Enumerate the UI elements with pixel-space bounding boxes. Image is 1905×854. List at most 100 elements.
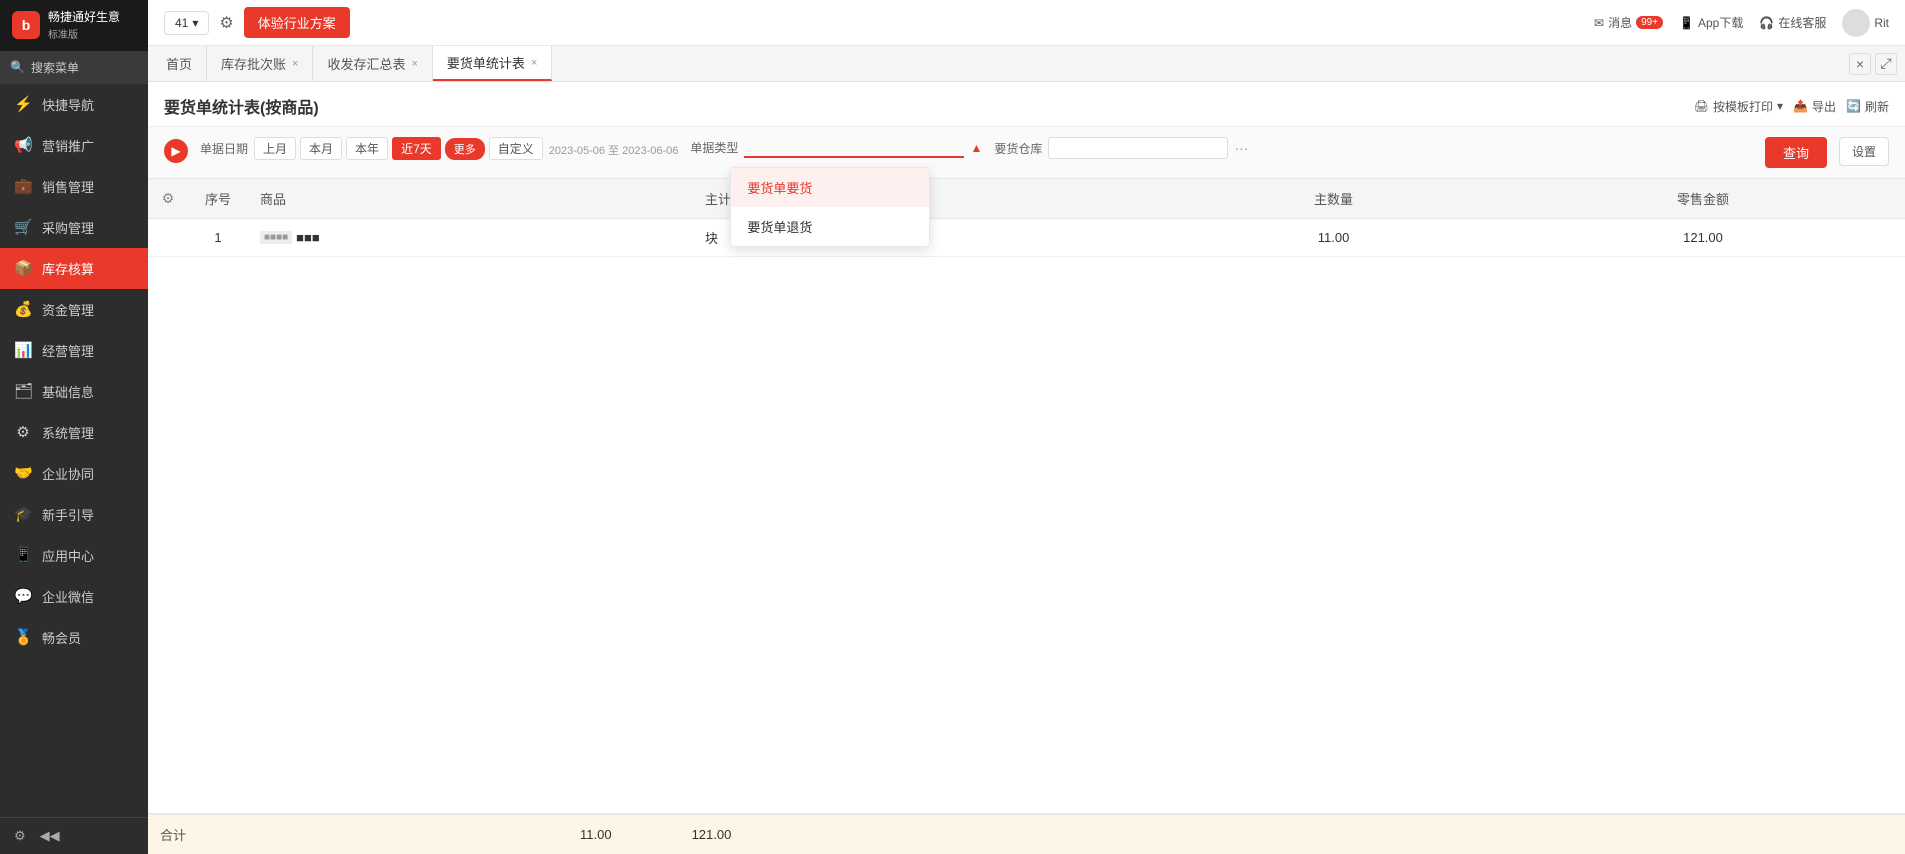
table-header-row: ⚙ 序号 商品 主计量单位 主数量 零售金额 — [148, 179, 1905, 219]
total-label: 合计 — [160, 825, 240, 844]
company-selector[interactable]: 41 ▾ — [164, 11, 209, 35]
tab-order-summary-close[interactable]: × — [531, 57, 537, 69]
download-icon: 📱 — [1679, 16, 1694, 30]
online-service-btn[interactable]: 🎧 在线客服 — [1759, 14, 1826, 31]
tab-home-label: 首页 — [166, 54, 192, 73]
cell-index: 1 — [188, 219, 248, 257]
date-btn-more[interactable]: 更多 — [445, 138, 485, 160]
date-btn-last-month[interactable]: 上月 — [254, 137, 296, 160]
col-settings: ⚙ — [148, 179, 188, 219]
sidebar-logo: b 畅捷通好生意 标准版 — [0, 0, 148, 51]
refresh-button[interactable]: 🔄 刷新 — [1846, 98, 1889, 115]
warehouse-filter-input[interactable] — [1048, 137, 1228, 159]
total-quantity: 11.00 — [580, 827, 612, 842]
sidebar-bottom: ⚙ ◀◀ — [0, 817, 148, 854]
type-dropdown-arrow[interactable]: ▲ — [970, 141, 982, 155]
tabs-expand-btn[interactable]: ⤢ — [1875, 53, 1897, 75]
sidebar-item-sales[interactable]: 💼 销售管理 — [0, 166, 148, 207]
product-tag: ■■■■ — [260, 231, 292, 244]
type-filter-input[interactable] — [744, 137, 964, 158]
type-filter-label: 单据类型 — [690, 139, 738, 156]
sidebar-item-label: 经营管理 — [42, 341, 94, 360]
total-row: 合计 11.00 121.00 — [148, 813, 1905, 854]
type-dropdown-popup: 要货单要货 要货单退货 — [730, 167, 930, 247]
col-product: 商品 — [248, 179, 693, 219]
user-avatar[interactable]: Rit — [1842, 9, 1889, 37]
tab-inventory-batch-close[interactable]: × — [292, 58, 298, 70]
app-download-btn[interactable]: 📱 App下载 — [1679, 14, 1743, 31]
sidebar-item-member[interactable]: 🏅 畅会员 — [0, 617, 148, 658]
dropdown-item-order-goods[interactable]: 要货单要货 — [731, 168, 929, 207]
tab-inventory-batch[interactable]: 库存批次账 × — [207, 46, 313, 81]
warehouse-more-btn[interactable]: ··· — [1234, 140, 1248, 156]
sales-icon: 💼 — [14, 177, 32, 195]
sidebar-item-inventory[interactable]: 📦 库存核算 — [0, 248, 148, 289]
col-quantity: 主数量 — [1166, 179, 1501, 219]
page-title: 要货单统计表(按商品) — [164, 94, 319, 118]
guide-icon: 🎓 — [14, 505, 32, 523]
tab-home[interactable]: 首页 — [148, 46, 207, 81]
sidebar-item-appcenter[interactable]: 📱 应用中心 — [0, 535, 148, 576]
query-button[interactable]: 查询 — [1765, 137, 1827, 168]
topbar: 41 ▾ ⚙ 体验行业方案 ✉ 消息 99+ 📱 App下载 🎧 在线客服 R — [148, 0, 1905, 46]
warehouse-filter-group: 要货仓库 ··· — [994, 137, 1248, 159]
date-btn-this-year[interactable]: 本年 — [346, 137, 388, 160]
export-button[interactable]: 📤 导出 — [1793, 98, 1836, 115]
marketing-icon: 📢 — [14, 136, 32, 154]
selector-dropdown-icon: ▾ — [192, 16, 198, 30]
trial-button[interactable]: 体验行业方案 — [244, 7, 350, 38]
filter-expand-button[interactable]: ▶ — [164, 139, 188, 163]
print-button[interactable]: 🖨 按模板打印 ▾ — [1694, 98, 1783, 115]
page-header: 要货单统计表(按商品) 🖨 按模板打印 ▾ 📤 导出 🔄 刷新 — [148, 82, 1905, 127]
sidebar-item-purchase[interactable]: 🛒 采购管理 — [0, 207, 148, 248]
sidebar-item-label: 系统管理 — [42, 423, 94, 442]
sidebar-item-label: 库存核算 — [42, 259, 94, 278]
messages-btn[interactable]: ✉ 消息 99+ — [1594, 14, 1663, 31]
date-btn-7days[interactable]: 近7天 — [392, 137, 441, 160]
total-amount: 121.00 — [692, 827, 732, 842]
logo-icon: b — [12, 11, 40, 39]
sidebar-item-guide[interactable]: 🎓 新手引导 — [0, 494, 148, 535]
sidebar-item-enterprise[interactable]: 🤝 企业协同 — [0, 453, 148, 494]
avatar-img — [1842, 9, 1870, 37]
settings-icon[interactable]: ⚙ — [14, 828, 26, 844]
tab-receive-summary[interactable]: 收发存汇总表 × — [313, 46, 432, 81]
sidebar: b 畅捷通好生意 标准版 🔍 搜索菜单 ⚡ 快捷导航 📢 营销推广 💼 销售管理… — [0, 0, 148, 854]
quicknav-icon: ⚡ — [14, 95, 32, 113]
app-download-label: App下载 — [1698, 14, 1743, 31]
topbar-settings-icon[interactable]: ⚙ — [219, 13, 233, 33]
cell-product: ■■■■ ■■■ — [248, 219, 693, 257]
service-icon: 🎧 — [1759, 16, 1774, 30]
sidebar-item-wechat[interactable]: 💬 企业微信 — [0, 576, 148, 617]
warehouse-filter-label: 要货仓库 — [994, 140, 1042, 157]
date-btn-this-month[interactable]: 本月 — [300, 137, 342, 160]
col-settings-icon[interactable]: ⚙ — [162, 190, 175, 206]
inventory-icon: 📦 — [14, 259, 32, 277]
sidebar-item-marketing[interactable]: 📢 营销推广 — [0, 125, 148, 166]
messages-label: 消息 — [1608, 14, 1632, 31]
refresh-icon: 🔄 — [1846, 99, 1861, 113]
sidebar-item-label: 企业微信 — [42, 587, 94, 606]
filter-bar: ▶ 单据日期 上月 本月 本年 近7天 更多 自定义 2023-05-06 至 … — [148, 127, 1905, 179]
dropdown-item-order-return[interactable]: 要货单退货 — [731, 207, 929, 246]
tab-order-summary[interactable]: 要货单统计表 × — [433, 46, 552, 81]
sidebar-search-item[interactable]: 🔍 搜索菜单 — [0, 51, 148, 84]
member-icon: 🏅 — [14, 628, 32, 646]
sidebar-item-operations[interactable]: 📊 经营管理 — [0, 330, 148, 371]
sidebar-item-base[interactable]: 🗂 基础信息 — [0, 371, 148, 412]
sidebar-collapse-icon[interactable]: ◀◀ — [40, 828, 60, 844]
sidebar-item-quicknav[interactable]: ⚡ 快捷导航 — [0, 84, 148, 125]
sidebar-bottom-icons: ⚙ ◀◀ — [14, 828, 60, 844]
page-content: 要货单统计表(按商品) 🖨 按模板打印 ▾ 📤 导出 🔄 刷新 — [148, 82, 1905, 854]
sidebar-item-finance[interactable]: 💰 资金管理 — [0, 289, 148, 330]
wechat-icon: 💬 — [14, 587, 32, 605]
user-name: Rit — [1874, 16, 1889, 30]
tab-receive-summary-close[interactable]: × — [411, 58, 417, 70]
date-btn-custom[interactable]: 自定义 — [489, 137, 543, 160]
export-icon: 📤 — [1793, 99, 1808, 113]
tabs-close-all-btn[interactable]: × — [1849, 53, 1871, 75]
table-row: 1 ■■■■ ■■■ 块 11.00 121.00 — [148, 219, 1905, 257]
date-filter-group: 单据日期 上月 本月 本年 近7天 更多 自定义 2023-05-06 至 20… — [200, 137, 678, 160]
filter-settings-button[interactable]: 设置 — [1839, 137, 1889, 166]
sidebar-item-system[interactable]: ⚙ 系统管理 — [0, 412, 148, 453]
